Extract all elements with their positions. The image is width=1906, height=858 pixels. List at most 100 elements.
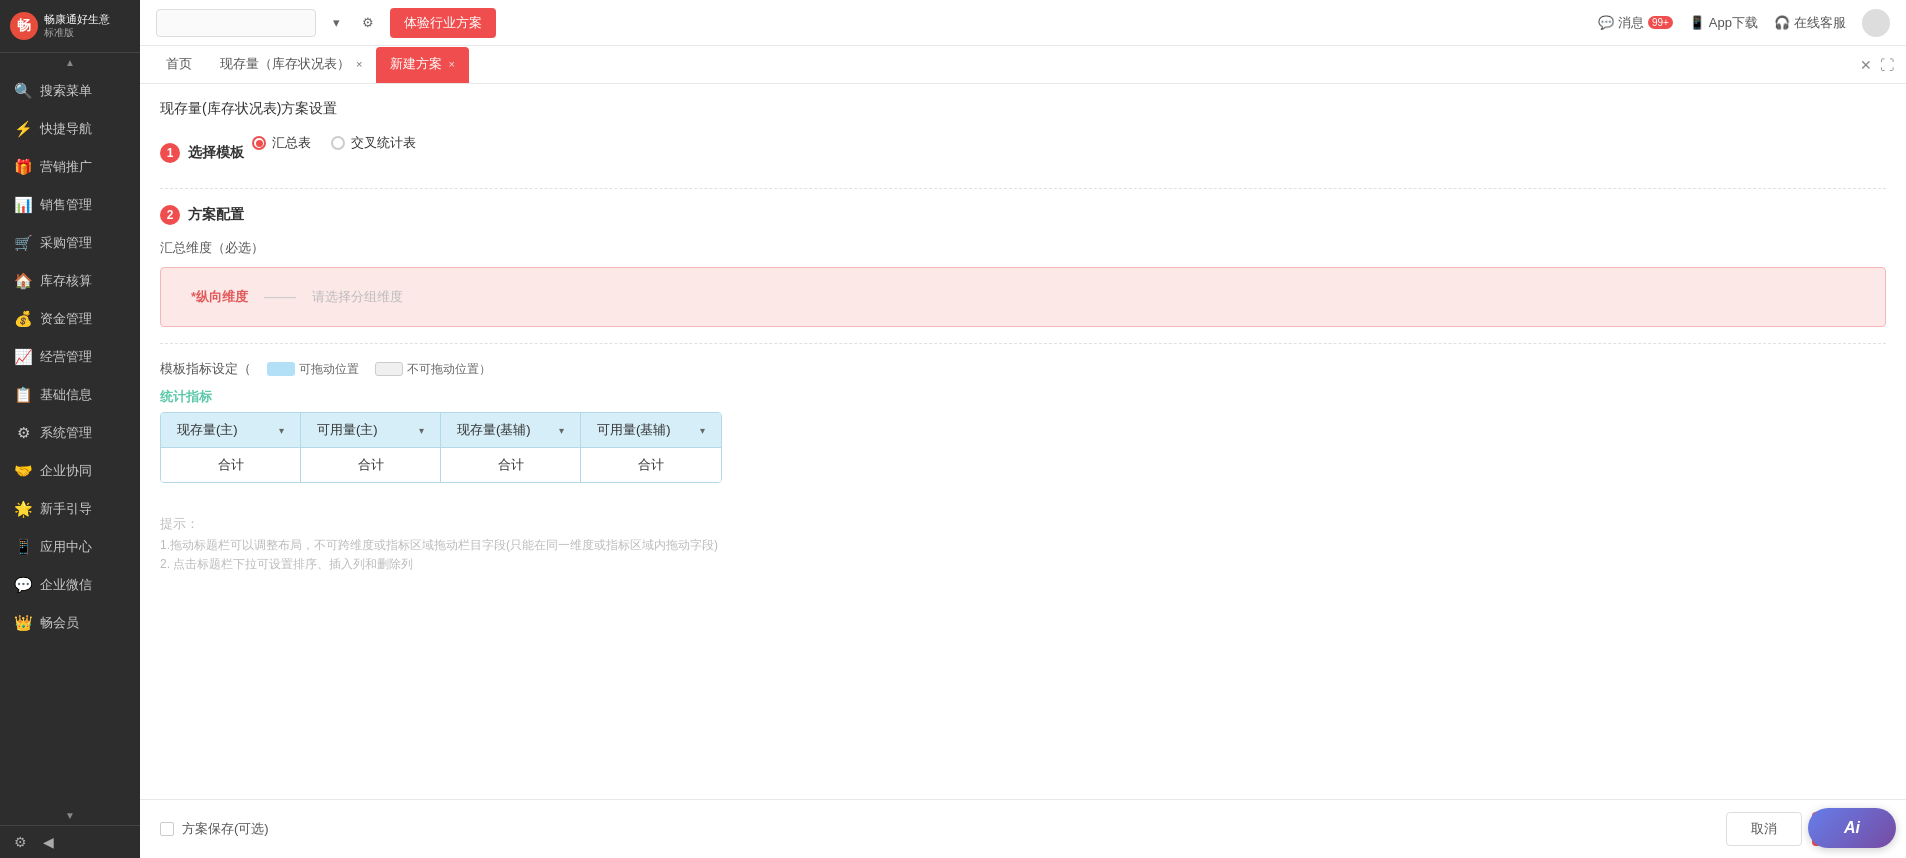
cross-radio-label: 交叉统计表	[351, 134, 416, 152]
user-avatar[interactable]	[1862, 9, 1890, 37]
sidebar-item-quicknav[interactable]: ⚡ 快捷导航	[0, 110, 140, 148]
sidebar-nav: 🔍 搜索菜单 ⚡ 快捷导航 🎁 营销推广 📊 销售管理 🛒 采购管理 🏠 库存核…	[0, 72, 140, 806]
sidebar-item-label: 搜索菜单	[40, 82, 92, 100]
collapse-icon[interactable]: ◀	[43, 834, 54, 850]
dimension-separator: ——	[264, 288, 296, 306]
app-name: 畅康通好生意	[44, 12, 110, 26]
window-close-icon[interactable]: ✕	[1860, 57, 1872, 73]
sidebar-item-label: 企业协同	[40, 462, 92, 480]
stats-col-3[interactable]: 可用量(基辅) ▾	[581, 413, 721, 447]
sidebar-bottom: ⚙ ◀	[0, 825, 140, 858]
settings-icon[interactable]: ⚙	[14, 834, 27, 850]
section1-header: 1 选择模板 汇总表 交叉统计表	[160, 134, 1886, 172]
stats-col-2[interactable]: 现存量(基辅) ▾	[441, 413, 581, 447]
template-cross-radio[interactable]: 交叉统计表	[331, 134, 416, 152]
sidebar-scroll-up[interactable]: ▲	[0, 53, 140, 72]
tab-home[interactable]: 首页	[152, 47, 206, 83]
sidebar-item-operations[interactable]: 📈 经营管理	[0, 338, 140, 376]
sidebar-item-label: 经营管理	[40, 348, 92, 366]
system-icon: ⚙	[14, 424, 32, 442]
sidebar-item-label: 销售管理	[40, 196, 92, 214]
sidebar-item-label: 应用中心	[40, 538, 92, 556]
dimension-label: *纵向维度	[191, 288, 248, 306]
sidebar-item-marketing[interactable]: 🎁 营销推广	[0, 148, 140, 186]
tips-section: 提示： 1.拖动标题栏可以调整布局，不可跨维度或指标区域拖动栏目字段(只能在同一…	[160, 515, 1886, 573]
tab-inventory-close[interactable]: ×	[356, 58, 362, 70]
dimension-box[interactable]: *纵向维度 —— 请选择分组维度	[160, 267, 1886, 327]
tabs-bar: 首页 现存量（库存状况表） × 新建方案 × ✕ ⛶	[140, 46, 1906, 84]
section1-label: 选择模板	[188, 144, 244, 162]
sidebar-item-inventory[interactable]: 🏠 库存核算	[0, 262, 140, 300]
sidebar-item-sales[interactable]: 📊 销售管理	[0, 186, 140, 224]
footer-bar: 方案保存(可选) 取消 查询	[140, 799, 1906, 858]
template-indicator-label: 模板指标设定（	[160, 360, 251, 378]
online-service-label: 在线客服	[1794, 14, 1846, 32]
search-icon: 🔍	[14, 82, 32, 100]
sidebar-item-newguide[interactable]: 🌟 新手引导	[0, 490, 140, 528]
quicknav-icon: ⚡	[14, 120, 32, 138]
ai-float-button[interactable]: Ai	[1808, 808, 1896, 848]
stats-col-0[interactable]: 现存量(主) ▾	[161, 413, 301, 447]
app-download-label: App下载	[1709, 14, 1758, 32]
sidebar-item-wechat[interactable]: 💬 企业微信	[0, 566, 140, 604]
stats-col-2-label: 现存量(基辅)	[457, 421, 531, 439]
tab-new-plan[interactable]: 新建方案 ×	[376, 47, 468, 83]
template-summary-radio[interactable]: 汇总表	[252, 134, 311, 152]
online-service-link[interactable]: 🎧 在线客服	[1774, 14, 1846, 32]
draggable-tag-icon	[267, 362, 295, 376]
stats-col-0-label: 现存量(主)	[177, 421, 238, 439]
aggregation-label: 汇总维度（必选）	[160, 239, 1886, 257]
sidebar-item-system[interactable]: ⚙ 系统管理	[0, 414, 140, 452]
col-1-chevron[interactable]: ▾	[419, 425, 424, 436]
tips-item-1: 2. 点击标题栏下拉可设置排序、插入列和删除列	[160, 556, 1886, 573]
app-download-link[interactable]: 📱 App下载	[1689, 14, 1758, 32]
col-0-chevron[interactable]: ▾	[279, 425, 284, 436]
tabs-bar-right: ✕ ⛶	[1860, 57, 1894, 73]
sidebar-item-label: 新手引导	[40, 500, 92, 518]
cross-radio-circle[interactable]	[331, 136, 345, 150]
dropdown-icon[interactable]: ▾	[326, 13, 346, 33]
tab-new-plan-label: 新建方案	[390, 55, 442, 73]
stats-col-1[interactable]: 可用量(主) ▾	[301, 413, 441, 447]
template-select: 汇总表 交叉统计表	[252, 134, 416, 152]
app-logo: 畅 畅康通好生意 标准版	[0, 0, 140, 53]
stats-section-label: 统计指标	[160, 388, 1886, 406]
sidebar-scroll-down[interactable]: ▼	[0, 806, 140, 825]
sidebar-item-search[interactable]: 🔍 搜索菜单	[0, 72, 140, 110]
window-expand-icon[interactable]: ⛶	[1880, 57, 1894, 73]
tips-title: 提示：	[160, 515, 1886, 533]
messages-link[interactable]: 💬 消息 99+	[1598, 14, 1673, 32]
section2-num: 2	[160, 205, 180, 225]
message-icon: 💬	[1598, 15, 1614, 30]
marketing-icon: 🎁	[14, 158, 32, 176]
search-input[interactable]	[156, 9, 316, 37]
not-draggable-tag-label: 不可拖动位置）	[407, 361, 491, 378]
app-edition: 标准版	[44, 26, 110, 40]
col-2-chevron[interactable]: ▾	[559, 425, 564, 436]
tips-item-0: 1.拖动标题栏可以调整布局，不可跨维度或指标区域拖动栏目字段(只能在同一维度或指…	[160, 537, 1886, 554]
newguide-icon: 🌟	[14, 500, 32, 518]
cancel-button[interactable]: 取消	[1726, 812, 1802, 846]
stats-header-row: 现存量(主) ▾ 可用量(主) ▾ 现存量(基辅) ▾ 可用量(基辅) ▾	[161, 413, 721, 447]
gear-icon[interactable]: ⚙	[356, 11, 380, 35]
save-checkbox[interactable]	[160, 822, 174, 836]
headset-icon: 🎧	[1774, 15, 1790, 30]
draggable-tag: 可拖动位置	[267, 361, 359, 378]
draggable-tag-label: 可拖动位置	[299, 361, 359, 378]
summary-radio-circle[interactable]	[252, 136, 266, 150]
industry-button[interactable]: 体验行业方案	[390, 8, 496, 38]
sidebar-item-appcenter[interactable]: 📱 应用中心	[0, 528, 140, 566]
sidebar-item-label: 采购管理	[40, 234, 92, 252]
sidebar-item-member[interactable]: 👑 畅会员	[0, 604, 140, 642]
sidebar-item-purchase[interactable]: 🛒 采购管理	[0, 224, 140, 262]
col-3-chevron[interactable]: ▾	[700, 425, 705, 436]
tab-new-plan-close[interactable]: ×	[448, 58, 454, 70]
topbar: ▾ ⚙ 体验行业方案 💬 消息 99+ 📱 App下载 🎧 在线客服	[140, 0, 1906, 46]
member-icon: 👑	[14, 614, 32, 632]
sidebar-item-collab[interactable]: 🤝 企业协同	[0, 452, 140, 490]
tab-inventory[interactable]: 现存量（库存状况表） ×	[206, 47, 376, 83]
inventory-icon: 🏠	[14, 272, 32, 290]
sidebar-item-finance[interactable]: 💰 资金管理	[0, 300, 140, 338]
sidebar-item-basic-info[interactable]: 📋 基础信息	[0, 376, 140, 414]
sidebar-item-label: 快捷导航	[40, 120, 92, 138]
